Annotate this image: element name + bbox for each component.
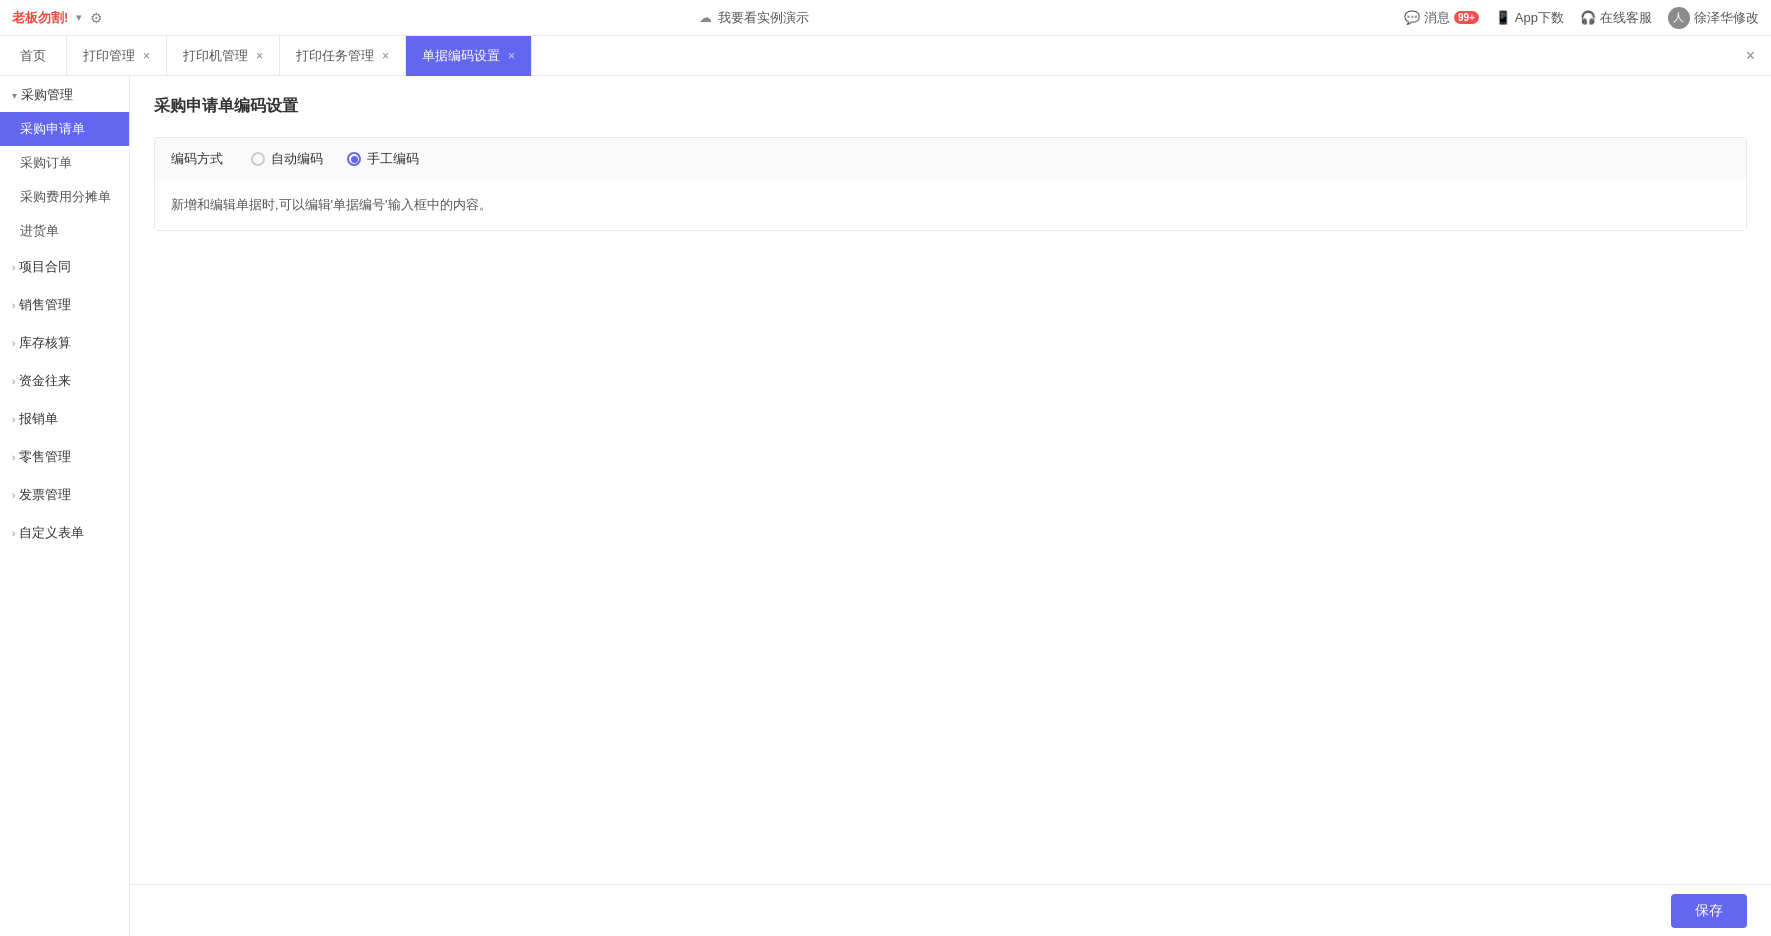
user-info[interactable]: 人 徐泽华修改	[1668, 7, 1759, 29]
demo-link[interactable]: 我要看实例演示	[718, 9, 809, 27]
manual-encoding-option[interactable]: 手工编码	[347, 150, 419, 168]
tab-print-management[interactable]: 打印管理 ×	[67, 36, 167, 76]
avatar: 人	[1668, 7, 1690, 29]
auto-encoding-label: 自动编码	[271, 150, 323, 168]
auto-encoding-option[interactable]: 自动编码	[251, 150, 323, 168]
sidebar-group-retail[interactable]: › 零售管理	[0, 438, 129, 476]
content-inner: 采购申请单编码设置 编码方式 自动编码 手工编码	[130, 76, 1771, 884]
chevron-right-icon: ›	[12, 338, 15, 349]
tab-print-task[interactable]: 打印任务管理 ×	[280, 36, 406, 76]
service-icon: 🎧	[1580, 10, 1596, 25]
info-text: 新增和编辑单据时,可以编辑'单据编号'输入框中的内容。	[155, 180, 1746, 230]
sidebar-item-purchase-fee-label: 采购费用分摊单	[20, 189, 111, 204]
chevron-down-icon: ▾	[12, 90, 17, 101]
encoding-label: 编码方式	[171, 150, 251, 168]
sidebar-item-purchase-fee[interactable]: 采购费用分摊单	[0, 180, 129, 214]
online-service-label: 在线客服	[1600, 9, 1652, 27]
sidebar-group-capital-label: 资金往来	[19, 372, 71, 390]
sidebar-group-project-contract[interactable]: › 项目合同	[0, 248, 129, 286]
bottom-bar: 保存	[130, 884, 1771, 936]
sidebar-group-purchase-title[interactable]: ▾ 采购管理	[0, 76, 129, 112]
radio-group: 自动编码 手工编码	[251, 150, 419, 168]
top-bar-right: 💬 消息 99+ 📱 App下数 🎧 在线客服 人 徐泽华修改	[1404, 7, 1759, 29]
message-badge: 99+	[1454, 11, 1479, 24]
message-icon: 💬	[1404, 10, 1420, 25]
gear-icon[interactable]: ⚙	[90, 10, 103, 26]
tab-printer-management-close[interactable]: ×	[256, 49, 263, 63]
sidebar: ▾ 采购管理 采购申请单 采购订单 采购费用分摊单 进货单 › 项目合同 › 销…	[0, 76, 130, 936]
encoding-row: 编码方式 自动编码 手工编码	[155, 138, 1746, 180]
sidebar-group-invoice-label: 发票管理	[19, 486, 71, 504]
sidebar-item-purchase-order[interactable]: 采购订单	[0, 146, 129, 180]
manual-encoding-radio[interactable]	[347, 152, 361, 166]
dropdown-icon[interactable]: ▾	[76, 11, 82, 24]
tab-code-setting[interactable]: 单据编码设置 ×	[406, 36, 532, 76]
sidebar-group-project-contract-label: 项目合同	[19, 258, 71, 276]
sidebar-item-purchase-order-label: 采购订单	[20, 155, 72, 170]
sidebar-group-inventory-label: 库存核算	[19, 334, 71, 352]
sidebar-group-custom-form-label: 自定义表单	[19, 524, 84, 542]
tab-code-setting-label: 单据编码设置	[422, 47, 500, 65]
tab-print-management-close[interactable]: ×	[143, 49, 150, 63]
logo-text: 老板勿割!	[12, 9, 68, 27]
encoding-section: 编码方式 自动编码 手工编码 新增和编辑单据时,可以编辑'单据编号'输入框中的内…	[154, 137, 1747, 231]
main-layout: ▾ 采购管理 采购申请单 采购订单 采购费用分摊单 进货单 › 项目合同 › 销…	[0, 76, 1771, 936]
tab-print-task-label: 打印任务管理	[296, 47, 374, 65]
sidebar-item-purchase-request[interactable]: 采购申请单	[0, 112, 129, 146]
app-download-label: App下数	[1515, 9, 1564, 27]
chevron-right-icon: ›	[12, 452, 15, 463]
sidebar-group-sales[interactable]: › 销售管理	[0, 286, 129, 324]
online-service-button[interactable]: 🎧 在线客服	[1580, 9, 1652, 27]
sidebar-item-purchase-request-label: 采购申请单	[20, 121, 85, 136]
page-title: 采购申请单编码设置	[154, 96, 1747, 117]
sidebar-group-expense-label: 报销单	[19, 410, 58, 428]
sidebar-group-expense[interactable]: › 报销单	[0, 400, 129, 438]
sidebar-group-capital[interactable]: › 资金往来	[0, 362, 129, 400]
sidebar-group-purchase: ▾ 采购管理 采购申请单 采购订单 采购费用分摊单 进货单	[0, 76, 129, 248]
tab-home-label: 首页	[20, 47, 46, 65]
save-button[interactable]: 保存	[1671, 894, 1747, 928]
sidebar-group-inventory[interactable]: › 库存核算	[0, 324, 129, 362]
tab-printer-management-label: 打印机管理	[183, 47, 248, 65]
sidebar-item-goods-receipt[interactable]: 进货单	[0, 214, 129, 248]
sidebar-group-purchase-label: 采购管理	[21, 86, 73, 104]
content-area: 采购申请单编码设置 编码方式 自动编码 手工编码	[130, 76, 1771, 936]
sidebar-group-retail-label: 零售管理	[19, 448, 71, 466]
tab-print-management-label: 打印管理	[83, 47, 135, 65]
message-button[interactable]: 💬 消息 99+	[1404, 9, 1479, 27]
sidebar-group-invoice[interactable]: › 发票管理	[0, 476, 129, 514]
app-icon: 📱	[1495, 10, 1511, 25]
auto-encoding-radio[interactable]	[251, 152, 265, 166]
top-bar-center: ☁ 我要看实例演示	[699, 9, 809, 27]
top-bar: 老板勿割! ▾ ⚙ ☁ 我要看实例演示 💬 消息 99+ 📱 App下数 🎧 在…	[0, 0, 1771, 36]
chevron-right-icon: ›	[12, 528, 15, 539]
sidebar-group-sales-label: 销售管理	[19, 296, 71, 314]
chevron-right-icon: ›	[12, 262, 15, 273]
tab-print-task-close[interactable]: ×	[382, 49, 389, 63]
app-download-button[interactable]: 📱 App下数	[1495, 9, 1564, 27]
sidebar-item-goods-receipt-label: 进货单	[20, 223, 59, 238]
tab-printer-management[interactable]: 打印机管理 ×	[167, 36, 280, 76]
chevron-right-icon: ›	[12, 414, 15, 425]
tab-code-setting-close[interactable]: ×	[508, 49, 515, 63]
tabs-bar: 首页 打印管理 × 打印机管理 × 打印任务管理 × 单据编码设置 × ×	[0, 36, 1771, 76]
cloud-icon: ☁	[699, 10, 712, 25]
chevron-right-icon: ›	[12, 490, 15, 501]
top-bar-left: 老板勿割! ▾ ⚙	[12, 9, 103, 27]
message-label: 消息	[1424, 9, 1450, 27]
chevron-right-icon: ›	[12, 376, 15, 387]
chevron-right-icon: ›	[12, 300, 15, 311]
sidebar-group-custom-form[interactable]: › 自定义表单	[0, 514, 129, 552]
tab-home[interactable]: 首页	[0, 36, 67, 76]
manual-encoding-label: 手工编码	[367, 150, 419, 168]
close-panel-button[interactable]: ×	[1730, 47, 1771, 65]
user-name: 徐泽华修改	[1694, 9, 1759, 27]
